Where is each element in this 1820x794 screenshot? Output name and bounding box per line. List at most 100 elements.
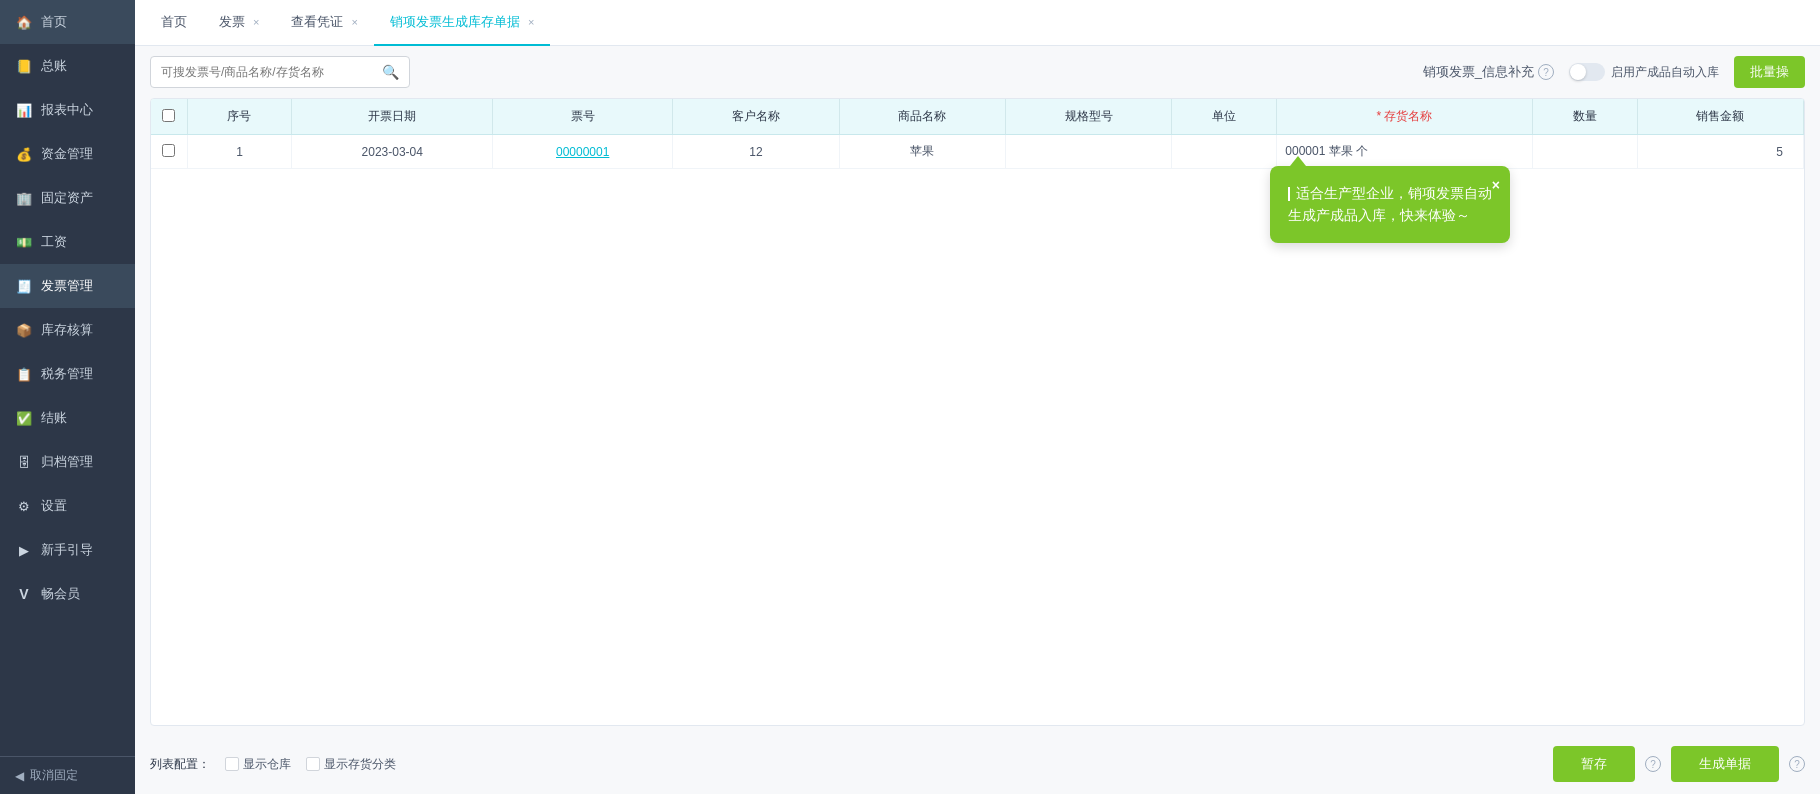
ledger-icon: 📒 — [15, 57, 33, 75]
pin-label: 取消固定 — [30, 767, 78, 784]
sidebar-item-salary[interactable]: 💵 工资 — [0, 220, 135, 264]
cell-customer: 12 — [673, 135, 839, 169]
show-category-label: 显示存货分类 — [324, 756, 396, 773]
tax-icon: 📋 — [15, 365, 33, 383]
tab-home-label: 首页 — [161, 13, 187, 31]
tab-generate-close[interactable]: × — [528, 16, 534, 28]
category-checkbox[interactable] — [306, 757, 320, 771]
header-inventory: * 存货名称 — [1277, 99, 1532, 135]
tab-invoice-close[interactable]: × — [253, 16, 259, 28]
pin-bar[interactable]: ◀ 取消固定 — [0, 756, 135, 794]
sidebar-item-invoice[interactable]: 🧾 发票管理 — [0, 264, 135, 308]
sidebar-label-fund: 资金管理 — [41, 145, 93, 163]
table-row: 1 2023-03-04 00000001 12 苹果 000001 苹果 个 … — [151, 135, 1804, 169]
tab-generate[interactable]: 销项发票生成库存单据 × — [374, 0, 550, 46]
report-icon: 📊 — [15, 101, 33, 119]
sidebar-label-checkout: 结账 — [41, 409, 67, 427]
info-icon[interactable]: ? — [1538, 64, 1554, 80]
cell-spec — [1006, 135, 1172, 169]
toggle-knob — [1570, 64, 1586, 80]
tooltip-popup: × 适合生产型企业，销项发票自动生成产成品入库，快来体验～ — [1270, 166, 1510, 243]
search-box[interactable]: 🔍 — [150, 56, 410, 88]
header-product: 商品名称 — [839, 99, 1005, 135]
cell-product: 苹果 — [839, 135, 1005, 169]
sidebar-item-checkout[interactable]: ✅ 结账 — [0, 396, 135, 440]
header-ticket: 票号 — [493, 99, 673, 135]
tab-voucher[interactable]: 查看凭证 × — [275, 0, 373, 46]
sidebar-label-settings: 设置 — [41, 497, 67, 515]
sidebar-item-inventory[interactable]: 📦 库存核算 — [0, 308, 135, 352]
save-button[interactable]: 暂存 — [1553, 746, 1635, 782]
show-warehouse-check[interactable]: 显示仓库 — [225, 756, 291, 773]
cell-ticket[interactable]: 00000001 — [493, 135, 673, 169]
select-all-checkbox[interactable] — [162, 109, 175, 122]
home-icon: 🏠 — [15, 13, 33, 31]
fund-icon: 💰 — [15, 145, 33, 163]
sidebar-item-report[interactable]: 📊 报表中心 — [0, 88, 135, 132]
sidebar-item-vip[interactable]: V 畅会员 — [0, 572, 135, 616]
tooltip-text: 适合生产型企业，销项发票自动生成产成品入库，快来体验～ — [1288, 185, 1492, 223]
header-checkbox[interactable] — [151, 99, 187, 135]
sidebar-label-home: 首页 — [41, 13, 67, 31]
sidebar-item-tax[interactable]: 📋 税务管理 — [0, 352, 135, 396]
sidebar-label-vip: 畅会员 — [41, 585, 80, 603]
toolbar-right: 销项发票_信息补充 ? 启用产成品自动入库 批量操 — [1423, 56, 1805, 88]
pin-icon: ◀ — [15, 769, 24, 783]
btn-actions: 暂存 ? 生成单据 ? — [1553, 746, 1805, 782]
tab-voucher-close[interactable]: × — [351, 16, 357, 28]
tooltip-close-button[interactable]: × — [1492, 174, 1500, 196]
warehouse-checkbox[interactable] — [225, 757, 239, 771]
row-checkbox-cell[interactable] — [151, 135, 187, 169]
main-table: 序号 开票日期 票号 客户名称 商品名称 规格型号 单位 * 存货名称 数量 销… — [151, 99, 1804, 169]
page-content: 🔍 销项发票_信息补充 ? 启用产成品自动入库 批量操 — [135, 46, 1820, 794]
tab-invoice[interactable]: 发票 × — [203, 0, 275, 46]
search-icon[interactable]: 🔍 — [382, 64, 399, 80]
guide-icon: ▶ — [15, 541, 33, 559]
sidebar: 🏠 首页 📒 总账 📊 报表中心 💰 资金管理 🏢 固定资产 💵 工资 🧾 发票… — [0, 0, 135, 794]
settings-icon: ⚙ — [15, 497, 33, 515]
checkout-icon: ✅ — [15, 409, 33, 427]
save-info-icon[interactable]: ? — [1645, 756, 1661, 772]
cell-date: 2023-03-04 — [292, 135, 493, 169]
sidebar-label-archive: 归档管理 — [41, 453, 93, 471]
row-checkbox[interactable] — [162, 144, 175, 157]
show-warehouse-label: 显示仓库 — [243, 756, 291, 773]
tab-home[interactable]: 首页 — [145, 0, 203, 46]
toggle-label: 启用产成品自动入库 — [1611, 64, 1719, 81]
table-wrap: 序号 开票日期 票号 客户名称 商品名称 规格型号 单位 * 存货名称 数量 销… — [150, 98, 1805, 726]
info-label: 销项发票_信息补充 ? — [1423, 63, 1554, 81]
batch-button[interactable]: 批量操 — [1734, 56, 1805, 88]
show-category-check[interactable]: 显示存货分类 — [306, 756, 396, 773]
tab-generate-label: 销项发票生成库存单据 — [390, 13, 520, 31]
tooltip-cursor — [1288, 187, 1290, 201]
salary-icon: 💵 — [15, 233, 33, 251]
generate-button[interactable]: 生成单据 — [1671, 746, 1779, 782]
sidebar-item-settings[interactable]: ⚙ 设置 — [0, 484, 135, 528]
sidebar-label-report: 报表中心 — [41, 101, 93, 119]
sidebar-label-assets: 固定资产 — [41, 189, 93, 207]
sidebar-label-guide: 新手引导 — [41, 541, 93, 559]
inventory-icon: 📦 — [15, 321, 33, 339]
assets-icon: 🏢 — [15, 189, 33, 207]
cell-qty[interactable] — [1532, 135, 1637, 169]
sidebar-item-fund[interactable]: 💰 资金管理 — [0, 132, 135, 176]
cell-inventory[interactable]: 000001 苹果 个 — [1277, 135, 1532, 169]
cell-seq: 1 — [187, 135, 292, 169]
header-seq: 序号 — [187, 99, 292, 135]
tab-invoice-label: 发票 — [219, 13, 245, 31]
sidebar-item-assets[interactable]: 🏢 固定资产 — [0, 176, 135, 220]
toggle-switch[interactable] — [1569, 63, 1605, 81]
sidebar-item-general-ledger[interactable]: 📒 总账 — [0, 44, 135, 88]
tab-bar: 首页 发票 × 查看凭证 × 销项发票生成库存单据 × — [135, 0, 1820, 46]
ticket-link[interactable]: 00000001 — [556, 145, 609, 159]
generate-info-icon[interactable]: ? — [1789, 756, 1805, 772]
vip-icon: V — [15, 585, 33, 603]
archive-icon: 🗄 — [15, 453, 33, 471]
search-input[interactable] — [161, 65, 376, 79]
sidebar-item-home[interactable]: 🏠 首页 — [0, 0, 135, 44]
header-spec: 规格型号 — [1006, 99, 1172, 135]
sidebar-label-inventory: 库存核算 — [41, 321, 93, 339]
sidebar-item-guide[interactable]: ▶ 新手引导 — [0, 528, 135, 572]
toggle-wrap: 启用产成品自动入库 — [1569, 63, 1719, 81]
sidebar-item-archive[interactable]: 🗄 归档管理 — [0, 440, 135, 484]
